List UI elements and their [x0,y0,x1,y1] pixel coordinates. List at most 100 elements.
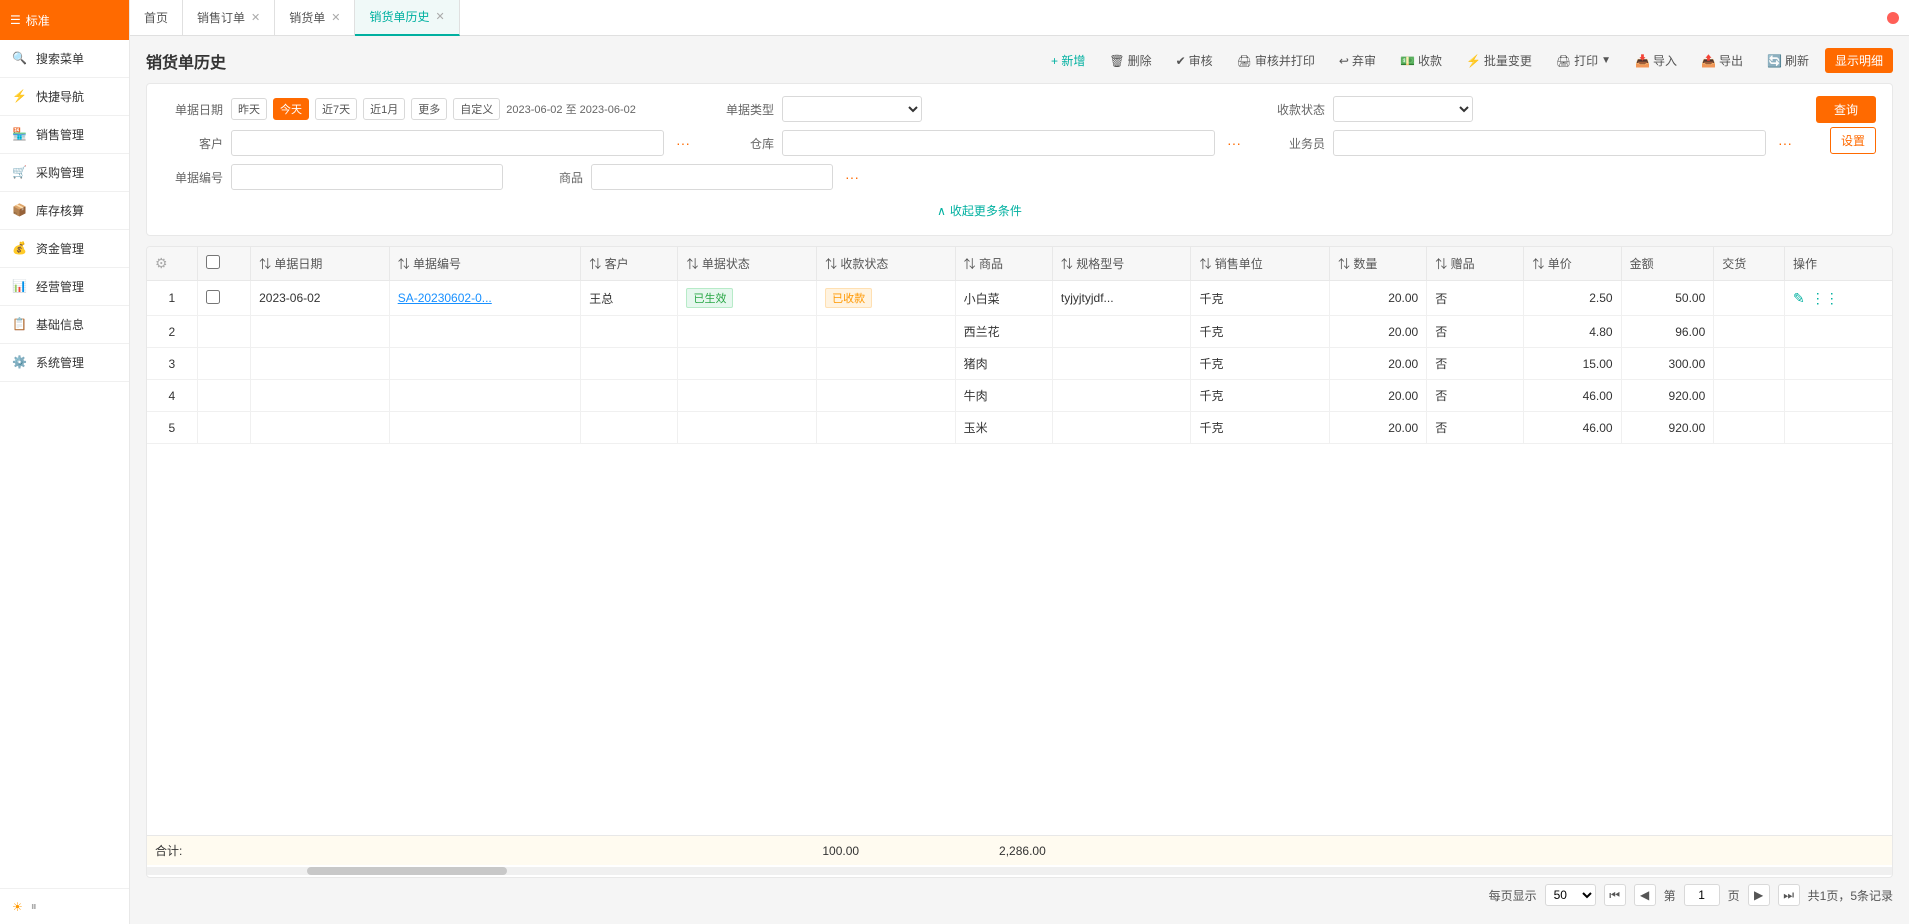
staff-filter-label: 业务员 [1265,135,1325,152]
col-price[interactable]: ⇅ 单价 [1524,247,1621,281]
staff-input[interactable] [1333,130,1766,156]
col-unit[interactable]: ⇅ 销售单位 [1191,247,1330,281]
col-setting[interactable]: ⚙ [147,247,197,281]
col-gift[interactable]: ⇅ 赠品 [1427,247,1524,281]
col-payment-status[interactable]: ⇅ 收款状态 [817,247,956,281]
sidebar-item-operations[interactable]: 📊 经营管理 [0,268,129,306]
tab-home[interactable]: 首页 [130,0,183,36]
payment-select[interactable] [1333,96,1473,122]
sidebar-item-purchase-mgmt[interactable]: 🛒 采购管理 [0,154,129,192]
print-button[interactable]: 🖨 打印 ▼ [1548,48,1619,73]
cell-goods: 玉米 [955,412,1052,444]
new-button[interactable]: + 新增 [1043,48,1093,73]
more-action-icon[interactable]: ⋮⋮ [1811,290,1839,307]
cell-checkbox [197,412,250,444]
warehouse-input[interactable] [782,130,1215,156]
tab-close-icon[interactable]: ✕ [436,10,445,23]
col-trade[interactable]: 交货 [1714,247,1785,281]
goods-input[interactable] [591,164,833,190]
col-spec[interactable]: ⇅ 规格型号 [1052,247,1191,281]
type-select[interactable] [782,96,922,122]
warehouse-dots-icon[interactable]: ··· [1223,135,1245,151]
tab-sales-order[interactable]: 销售订单 ✕ [183,0,275,36]
col-qty[interactable]: ⇅ 数量 [1330,247,1427,281]
order-no-input[interactable] [231,164,503,190]
settings-button[interactable]: 设置 [1830,127,1876,154]
collapse-btn[interactable]: ∧ 收起更多条件 [163,198,1796,223]
sidebar-item-finance[interactable]: 💰 资金管理 [0,230,129,268]
order-no-link[interactable]: SA-20230602-0... [398,291,492,305]
cell-qty: 20.00 [1330,380,1427,412]
date-btn-1month[interactable]: 近1月 [363,98,405,120]
date-btn-more[interactable]: 更多 [411,98,447,120]
sidebar-top[interactable]: ☰ 标准 [0,0,129,40]
next-page-btn[interactable]: ▶ [1748,884,1770,906]
sidebar-item-sales-mgmt[interactable]: 🏪 销售管理 [0,116,129,154]
display-detail-button[interactable]: 显示明细 [1825,48,1893,73]
money-icon: 💰 [12,241,28,257]
col-customer[interactable]: ⇅ 客户 [581,247,678,281]
goods-dots-icon[interactable]: ··· [841,169,863,185]
gear-icon[interactable]: ⚙ [155,255,168,271]
query-button[interactable]: 查询 [1816,96,1876,123]
collect-button[interactable]: 💵 收款 [1392,48,1450,73]
page-input[interactable] [1684,884,1720,906]
date-btn-7days[interactable]: 近7天 [315,98,357,120]
filter-order-no: 单据编号 [163,164,503,190]
cell-goods: 西兰花 [955,316,1052,348]
refresh-button[interactable]: 🔄 刷新 [1759,48,1817,73]
settings-icon: ⚙️ [12,355,28,371]
table-scroll[interactable]: ⚙ ⇅ 单据日期 ⇅ 单据编号 ⇅ 客户 ⇅ 单据状态 ⇅ 收款状态 ⇅ 商品 … [147,247,1892,835]
sidebar-item-system[interactable]: ⚙️ 系统管理 [0,344,129,382]
col-actions: 操作 [1785,247,1893,281]
prev-page-btn[interactable]: ◀ [1634,884,1656,906]
tab-sales-delivery[interactable]: 销货单 ✕ [275,0,355,36]
last-page-btn[interactable]: ⏭ [1778,884,1800,906]
tab-sales-history[interactable]: 销货单历史 ✕ [355,0,459,36]
col-goods[interactable]: ⇅ 商品 [955,247,1052,281]
scrollbar-thumb[interactable] [307,867,507,875]
sidebar-item-basic-info[interactable]: 📋 基础信息 [0,306,129,344]
date-btn-today[interactable]: 今天 [273,98,309,120]
order-no-filter-label: 单据编号 [163,169,223,186]
sidebar-item-search-menu[interactable]: 🔍 搜索菜单 [0,40,129,78]
cell-gift: 否 [1427,316,1524,348]
cell-amount: 300.00 [1621,348,1714,380]
col-order-no[interactable]: ⇅ 单据编号 [389,247,581,281]
cell-qty: 20.00 [1330,281,1427,316]
cell-spec [1052,412,1191,444]
col-order-status[interactable]: ⇅ 单据状态 [678,247,817,281]
win-close-btn[interactable] [1887,12,1899,24]
sidebar-item-label: 库存核算 [36,202,84,219]
date-btn-custom[interactable]: 自定义 [453,98,500,120]
per-page-select[interactable]: 50 100 200 [1545,884,1596,906]
cell-row-num: 3 [147,348,197,380]
delete-button[interactable]: 🗑 删除 [1101,48,1159,73]
tab-close-icon[interactable]: ✕ [251,11,260,24]
cell-unit: 千克 [1191,380,1330,412]
date-btn-yesterday[interactable]: 昨天 [231,98,267,120]
select-all-checkbox[interactable] [206,255,220,269]
approve-print-button[interactable]: 🖨 审核并打印 [1229,48,1323,73]
customer-input[interactable] [231,130,664,156]
sidebar-item-quick-nav[interactable]: ⚡ 快捷导航 [0,78,129,116]
sidebar: ☰ 标准 🔍 搜索菜单 ⚡ 快捷导航 🏪 销售管理 🛒 采购管理 📦 库存核算 … [0,0,130,924]
col-amount[interactable]: 金额 [1621,247,1714,281]
row-checkbox[interactable] [206,290,220,304]
sidebar-item-inventory[interactable]: 📦 库存核算 [0,192,129,230]
edit-icon[interactable]: ✎ [1793,290,1805,307]
cell-actions [1785,348,1893,380]
cell-unit: 千克 [1191,316,1330,348]
import-button[interactable]: 📥 导入 [1627,48,1685,73]
customer-dots-icon[interactable]: ··· [672,135,694,151]
batch-change-button[interactable]: ⚡ 批量变更 [1458,48,1540,73]
export-button[interactable]: 📤 导出 [1693,48,1751,73]
first-page-btn[interactable]: ⏮ [1604,884,1626,906]
tab-close-icon[interactable]: ✕ [331,11,340,24]
col-date[interactable]: ⇅ 单据日期 [251,247,390,281]
approve-button[interactable]: ✔ 审核 [1168,48,1221,73]
cell-gift: 否 [1427,412,1524,444]
discard-button[interactable]: ↩ 弃审 [1331,48,1384,73]
staff-dots-icon[interactable]: ··· [1774,135,1796,151]
scrollbar-area[interactable] [147,867,1892,875]
